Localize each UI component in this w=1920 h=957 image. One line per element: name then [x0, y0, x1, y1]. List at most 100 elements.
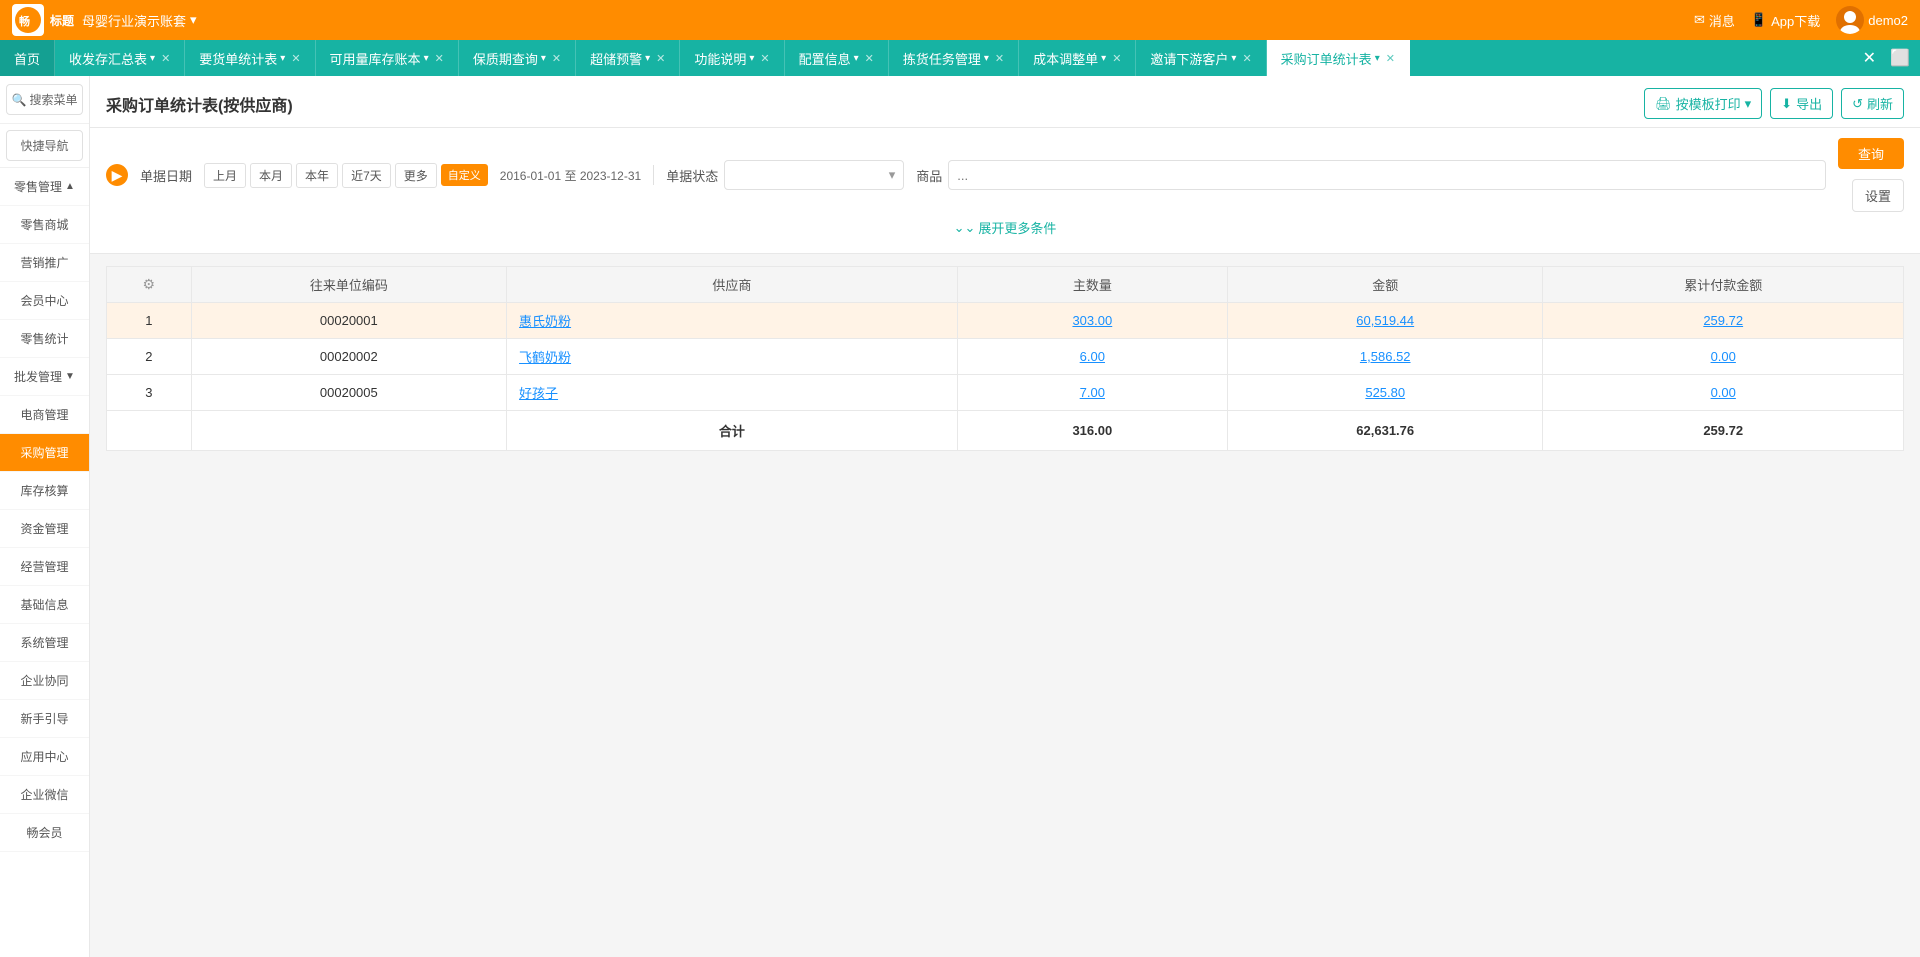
export-button[interactable]: ⬇ 导出	[1770, 88, 1833, 119]
expand-button[interactable]: ⌄⌄ 展开更多条件	[954, 218, 1057, 237]
sidebar-item-wechat[interactable]: 企业微信	[0, 776, 89, 814]
tab-home[interactable]: 首页	[0, 40, 55, 76]
sidebar-item-member-vip[interactable]: 畅会员	[0, 814, 89, 852]
table-row[interactable]: 3 00020005 好孩子 7.00 525.80 0.00	[107, 375, 1904, 411]
table-row[interactable]: 2 00020002 飞鹤奶粉 6.00 1,586.52 0.00	[107, 339, 1904, 375]
sidebar-item-retail-stats[interactable]: 零售统计	[0, 320, 89, 358]
row-supplier[interactable]: 惠氏奶粉	[507, 303, 958, 339]
sidebar-item-operations[interactable]: 经营管理	[0, 548, 89, 586]
date-btn-7days[interactable]: 近7天	[342, 163, 391, 188]
sidebar-item-marketing-label: 营销推广	[20, 256, 68, 270]
sidebar-item-ecommerce[interactable]: 电商管理	[0, 396, 89, 434]
status-select[interactable]: ▾	[724, 160, 904, 190]
workspace-selector[interactable]: 母婴行业演示账套 ▾	[82, 11, 197, 30]
tab-10[interactable]: 邀请下游客户 ▾ ✕	[1136, 40, 1266, 76]
filter-toggle-button[interactable]: ▶	[106, 164, 128, 186]
sidebar-item-inventory[interactable]: 库存核算	[0, 472, 89, 510]
tab-3-close-icon[interactable]: ✕	[435, 52, 444, 65]
tab-1-close-icon[interactable]: ✕	[161, 52, 170, 65]
sidebar-item-cooperation-label: 企业协同	[20, 674, 68, 688]
date-btn-custom[interactable]: 自定义	[441, 164, 488, 186]
sidebar-item-members[interactable]: 会员中心	[0, 282, 89, 320]
sidebar-item-finance-label: 资金管理	[20, 522, 68, 536]
tab-7-close-icon[interactable]: ✕	[865, 52, 874, 65]
supplier-link[interactable]: 好孩子	[519, 386, 558, 401]
amount-link[interactable]: 60,519.44	[1356, 313, 1414, 328]
qty-link[interactable]: 6.00	[1080, 349, 1105, 364]
message-button[interactable]: ✉ 消息	[1694, 11, 1735, 30]
sidebar-item-retail[interactable]: 零售管理 ▲	[0, 168, 89, 206]
date-btn-last-month[interactable]: 上月	[204, 163, 246, 188]
tab-11-close-icon[interactable]: ✕	[1386, 52, 1395, 65]
app-download-button[interactable]: 📱 App下载	[1751, 11, 1820, 30]
tab-11[interactable]: 采购订单统计表 ▾ ✕	[1267, 40, 1410, 76]
nav-close-icon[interactable]: ✕	[1857, 44, 1882, 72]
th-qty-label: 主数量	[1073, 278, 1112, 293]
sidebar-item-retail-shop[interactable]: 零售商城	[0, 206, 89, 244]
sidebar-item-finance[interactable]: 资金管理	[0, 510, 89, 548]
tab-4[interactable]: 保质期查询 ▾ ✕	[459, 40, 576, 76]
row-supplier[interactable]: 飞鹤奶粉	[507, 339, 958, 375]
row-supplier[interactable]: 好孩子	[507, 375, 958, 411]
tab-6-label: 功能说明	[694, 49, 746, 68]
tab-5-arrow: ▾	[645, 53, 650, 64]
tab-7[interactable]: 配置信息 ▾ ✕	[785, 40, 889, 76]
date-btn-this-month[interactable]: 本月	[250, 163, 292, 188]
qty-link[interactable]: 7.00	[1080, 385, 1105, 400]
date-btn-more[interactable]: 更多	[395, 163, 437, 188]
tab-9[interactable]: 成本调整单 ▾ ✕	[1019, 40, 1136, 76]
paid-link[interactable]: 0.00	[1711, 349, 1736, 364]
nav-maximize-icon[interactable]: ⬜	[1884, 44, 1916, 72]
sidebar-item-app-center[interactable]: 应用中心	[0, 738, 89, 776]
sidebar-item-marketing[interactable]: 营销推广	[0, 244, 89, 282]
paid-link[interactable]: 0.00	[1711, 385, 1736, 400]
amount-link[interactable]: 525.80	[1365, 385, 1405, 400]
paid-link[interactable]: 259.72	[1703, 313, 1743, 328]
tab-9-close-icon[interactable]: ✕	[1112, 52, 1121, 65]
tab-8[interactable]: 拣货任务管理 ▾ ✕	[889, 40, 1019, 76]
sidebar-item-retail-shop-label: 零售商城	[20, 218, 68, 232]
sidebar-item-guide[interactable]: 新手引导	[0, 700, 89, 738]
sidebar-item-basic-info[interactable]: 基础信息	[0, 586, 89, 624]
tab-3[interactable]: 可用量库存账本 ▾ ✕	[316, 40, 459, 76]
refresh-button[interactable]: ↺ 刷新	[1841, 88, 1904, 119]
tab-8-close-icon[interactable]: ✕	[995, 52, 1004, 65]
query-button[interactable]: 查询	[1838, 138, 1904, 169]
goods-input[interactable]	[948, 160, 1826, 190]
supplier-link[interactable]: 飞鹤奶粉	[519, 350, 571, 365]
tab-5-close-icon[interactable]: ✕	[656, 52, 665, 65]
search-menu-button[interactable]: 🔍 搜索菜单	[6, 84, 83, 115]
tab-6[interactable]: 功能说明 ▾ ✕	[680, 40, 784, 76]
expand-label: 展开更多条件	[978, 218, 1056, 237]
status-select-arrow-icon: ▾	[889, 167, 896, 183]
tab-2[interactable]: 要货单统计表 ▾ ✕	[185, 40, 315, 76]
sidebar-item-wholesale-label: 批发管理	[14, 368, 62, 385]
user-avatar[interactable]: demo2	[1836, 6, 1908, 34]
tab-2-label: 要货单统计表	[199, 49, 277, 68]
footer-label: 合计	[507, 411, 958, 451]
date-btn-this-year[interactable]: 本年	[296, 163, 338, 188]
amount-link[interactable]: 1,586.52	[1360, 349, 1411, 364]
sidebar-item-cooperation[interactable]: 企业协同	[0, 662, 89, 700]
template-print-button[interactable]: 🖨 按模板打印 ▾	[1644, 88, 1762, 119]
tab-10-close-icon[interactable]: ✕	[1242, 52, 1251, 65]
tab-1[interactable]: 收发存汇总表 ▾ ✕	[55, 40, 185, 76]
footer-empty-settings	[107, 411, 192, 451]
quick-nav-button[interactable]: 快捷导航	[6, 130, 83, 161]
row-paid: 259.72	[1543, 303, 1904, 339]
sidebar-item-wholesale[interactable]: 批发管理 ▼	[0, 358, 89, 396]
sidebar-item-purchase[interactable]: 采购管理	[0, 434, 89, 472]
sidebar-item-system[interactable]: 系统管理	[0, 624, 89, 662]
column-settings-icon[interactable]: ⚙	[143, 276, 156, 292]
settings-button[interactable]: 设置	[1852, 179, 1904, 212]
tab-2-close-icon[interactable]: ✕	[291, 52, 300, 65]
tab-4-close-icon[interactable]: ✕	[552, 52, 561, 65]
date-buttons: 上月 本月 本年 近7天 更多 自定义	[204, 163, 488, 188]
supplier-link[interactable]: 惠氏奶粉	[519, 314, 571, 329]
user-name: demo2	[1868, 13, 1908, 28]
qty-link[interactable]: 303.00	[1072, 313, 1112, 328]
tab-5[interactable]: 超储预警 ▾ ✕	[576, 40, 680, 76]
row-qty: 7.00	[957, 375, 1227, 411]
tab-6-close-icon[interactable]: ✕	[760, 52, 769, 65]
table-row[interactable]: 1 00020001 惠氏奶粉 303.00 60,519.44 259.72	[107, 303, 1904, 339]
